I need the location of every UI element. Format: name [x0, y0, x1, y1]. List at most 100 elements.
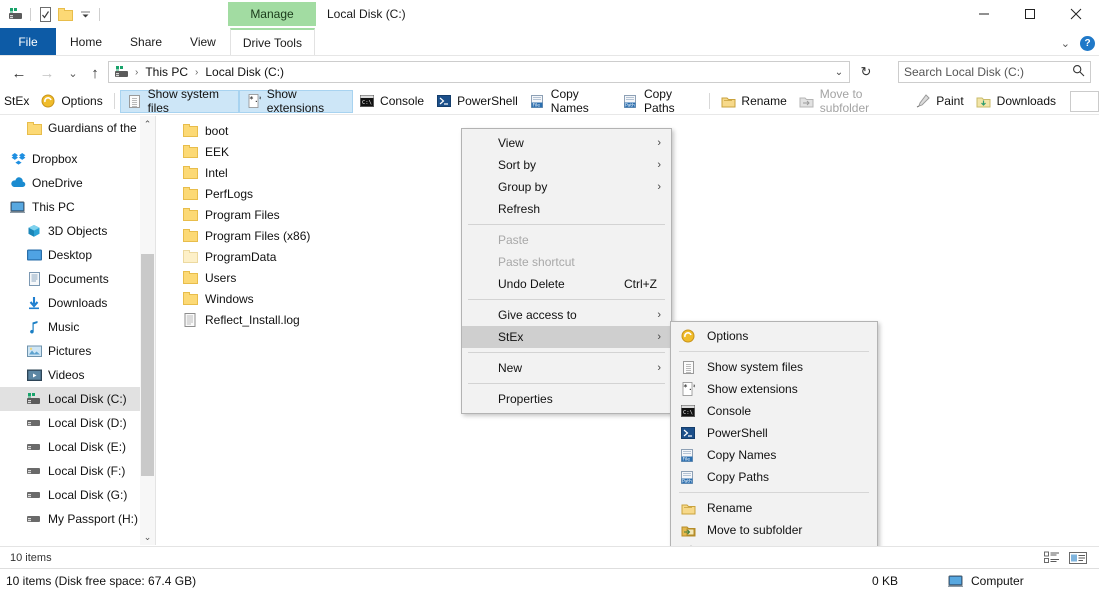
downloads-icon — [26, 295, 42, 311]
submenu-item-move-to-subfolder[interactable]: Move to subfolder — [671, 519, 877, 541]
quick-access-toolbar — [6, 4, 104, 24]
submenu-item-copy-paths[interactable]: Path Copy Paths — [671, 466, 877, 488]
context-menu-separator — [468, 224, 665, 225]
explorer-icon[interactable] — [6, 4, 26, 24]
forward-button[interactable]: → — [36, 62, 58, 84]
search-icon — [1072, 64, 1085, 80]
toolbar-show-system-files-button[interactable]: Show system files — [120, 90, 239, 113]
chevron-right-icon: › — [657, 137, 661, 149]
sidebar-item-label: OneDrive — [32, 176, 83, 190]
search-box[interactable]: Search Local Disk (C:) — [898, 61, 1091, 83]
toolbar-options-button[interactable]: Options — [34, 90, 108, 112]
context-menu-item-group-by[interactable]: Group by › — [462, 176, 671, 198]
submenu-item-powershell[interactable]: PowerShell — [671, 422, 877, 444]
context-menu-item-give-access-to[interactable]: Give access to › — [462, 304, 671, 326]
scrollbar-thumb[interactable] — [141, 254, 154, 476]
navigation-pane-scrollbar[interactable]: ⌃ ⌄ — [140, 116, 155, 545]
large-icons-view-icon[interactable] — [1069, 550, 1087, 566]
context-menu-item-properties[interactable]: Properties — [462, 388, 671, 410]
context-menu-item-new[interactable]: New › — [462, 357, 671, 379]
sidebar-item-local-disk-g[interactable]: Local Disk (G:) — [0, 483, 140, 507]
context-menu-item-sort-by[interactable]: Sort by › — [462, 154, 671, 176]
sidebar-item-documents[interactable]: Documents — [0, 267, 140, 291]
context-menu-item-undo-delete[interactable]: Undo Delete Ctrl+Z — [462, 273, 671, 295]
chevron-right-icon: › — [657, 331, 661, 343]
sidebar-item-my-passport-h[interactable]: My Passport (H:) — [0, 507, 140, 531]
toolbar-blank-field[interactable] — [1070, 91, 1099, 112]
sidebar-item-pictures[interactable]: Pictures — [0, 339, 140, 363]
scroll-up-arrow-icon[interactable]: ⌃ — [140, 116, 155, 132]
toolbar-rename-button[interactable]: Rename — [714, 90, 792, 112]
close-button[interactable] — [1053, 0, 1099, 28]
manage-contextual-tab[interactable]: Manage — [228, 2, 316, 26]
sidebar-item-videos[interactable]: Videos — [0, 363, 140, 387]
toolbar-copy-paths-button[interactable]: Path Copy Paths — [617, 90, 704, 112]
scroll-down-arrow-icon[interactable]: ⌄ — [140, 529, 155, 545]
sidebar-item-guardians[interactable]: Guardians of the — [0, 116, 140, 140]
details-view-icon[interactable] — [1043, 550, 1061, 566]
new-folder-icon[interactable] — [55, 4, 75, 24]
address-path-field[interactable]: › This PC › Local Disk (C:) ⌄ — [108, 61, 850, 83]
extensions-icon: *.* — [680, 381, 696, 397]
sidebar-item-desktop[interactable]: Desktop — [0, 243, 140, 267]
sidebar-item-label: Downloads — [48, 296, 107, 310]
sidebar-item-downloads[interactable]: Downloads — [0, 291, 140, 315]
address-dropdown-icon[interactable]: ⌄ — [829, 62, 849, 82]
sidebar-item-local-disk-e[interactable]: Local Disk (E:) — [0, 435, 140, 459]
sidebar-item-dropbox[interactable]: Dropbox — [0, 147, 140, 171]
context-menu-item-paste-shortcut[interactable]: Paste shortcut — [462, 251, 671, 273]
search-input[interactable]: Search Local Disk (C:) — [904, 65, 1072, 79]
breadcrumb-local-disk-c[interactable]: Local Disk (C:) — [203, 65, 286, 79]
breadcrumb-separator-1[interactable]: › — [130, 67, 143, 78]
back-button[interactable]: ← — [8, 62, 30, 84]
context-menu-item-view[interactable]: View › — [462, 132, 671, 154]
tab-file[interactable]: File — [0, 28, 56, 56]
tab-drive-tools[interactable]: Drive Tools — [230, 28, 315, 56]
submenu-item-rename[interactable]: Rename — [671, 497, 877, 519]
toolbar-console-button[interactable]: C:\ Console — [353, 90, 430, 112]
recent-locations-button[interactable]: ⌄ — [62, 62, 84, 84]
svg-text:*.*: *.* — [249, 95, 261, 104]
breadcrumb-separator-2[interactable]: › — [190, 67, 203, 78]
sidebar-item-3d-objects[interactable]: 3D Objects — [0, 219, 140, 243]
breadcrumb-this-pc[interactable]: This PC — [143, 65, 190, 79]
context-menu-item-label: StEx — [498, 330, 523, 344]
sidebar-item-local-disk-f[interactable]: Local Disk (F:) — [0, 459, 140, 483]
submenu-item-show-system-files[interactable]: Show system files — [671, 356, 877, 378]
context-menu-item-stex[interactable]: StEx › — [462, 326, 671, 348]
properties-icon[interactable] — [35, 4, 55, 24]
submenu-item-console[interactable]: C:\ Console — [671, 400, 877, 422]
sidebar-item-onedrive[interactable]: OneDrive — [0, 171, 140, 195]
sidebar-item-local-disk-d[interactable]: Local Disk (D:) — [0, 411, 140, 435]
context-menu-item-refresh[interactable]: Refresh — [462, 198, 671, 220]
tab-home[interactable]: Home — [56, 28, 116, 56]
sidebar-item-music[interactable]: Music — [0, 315, 140, 339]
customize-caret-icon[interactable] — [75, 4, 95, 24]
tab-share[interactable]: Share — [116, 28, 176, 56]
sidebar-item-this-pc[interactable]: This PC — [0, 195, 140, 219]
submenu-item-options[interactable]: Options — [671, 325, 877, 347]
minimize-button[interactable] — [961, 0, 1007, 28]
documents-icon — [26, 271, 42, 287]
item-count-label: 10 items — [0, 552, 52, 564]
toolbar-powershell-button[interactable]: PowerShell — [430, 90, 524, 112]
up-button[interactable]: ↑ — [84, 62, 106, 84]
file-name: Windows — [205, 292, 254, 306]
refresh-button[interactable]: ↻ — [855, 61, 877, 83]
toolbar-show-system-files-label: Show system files — [148, 87, 232, 115]
sidebar-item-local-disk-c[interactable]: Local Disk (C:) — [0, 387, 140, 411]
chevron-down-icon[interactable]: ⌄ — [1061, 37, 1070, 50]
toolbar-downloads-button[interactable]: Downloads — [970, 90, 1062, 112]
toolbar-paint-button[interactable]: Paint — [909, 90, 969, 112]
toolbar-copy-names-button[interactable]: File Copy Names — [524, 90, 617, 112]
title-bar: Manage Local Disk (C:) — [0, 0, 1099, 28]
toolbar-show-extensions-button[interactable]: *.* Show extensions — [239, 90, 353, 113]
help-icon[interactable]: ? — [1080, 36, 1095, 51]
tab-view[interactable]: View — [176, 28, 230, 56]
maximize-button[interactable] — [1007, 0, 1053, 28]
submenu-item-copy-names[interactable]: File Copy Names — [671, 444, 877, 466]
submenu-item-show-extensions[interactable]: *.* Show extensions — [671, 378, 877, 400]
toolbar-move-to-subfolder-button[interactable]: Move to subfolder — [793, 90, 910, 112]
file-name: EEK — [205, 145, 229, 159]
context-menu-item-paste[interactable]: Paste — [462, 229, 671, 251]
